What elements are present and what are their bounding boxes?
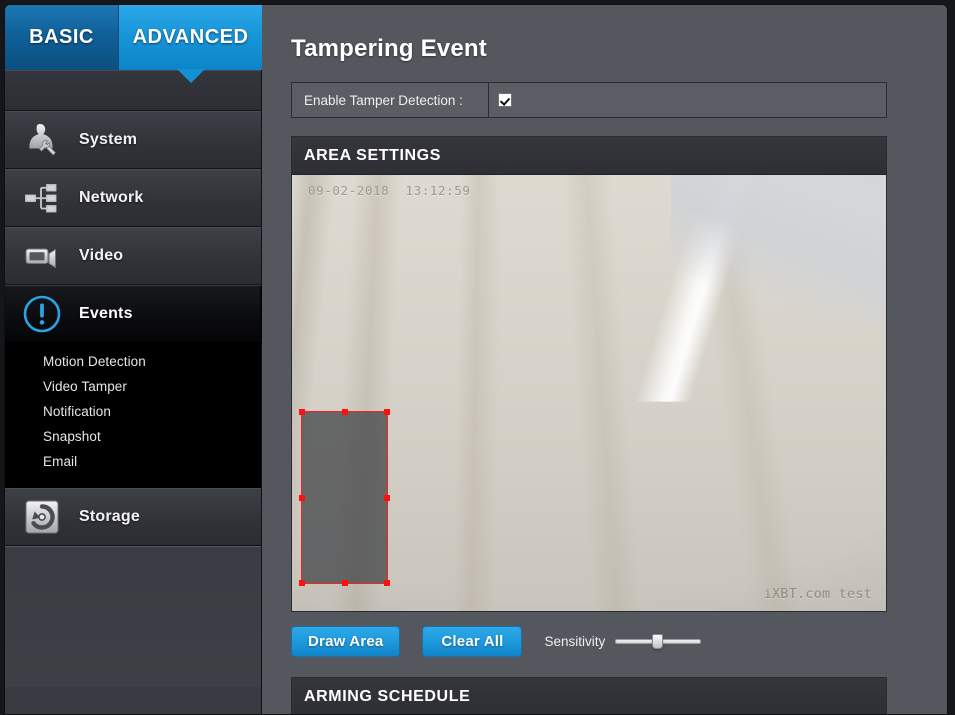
sidebar-empty-space: [5, 546, 261, 687]
active-tab-indicator: [176, 69, 205, 83]
resize-handle-se[interactable]: [384, 580, 390, 586]
resize-handle-e[interactable]: [384, 494, 390, 501]
video-preview[interactable]: 09-02-2018 13:12:59 iXBT.com test: [292, 175, 886, 611]
enable-tamper-detection-value: [489, 83, 886, 117]
main-content: Tampering Event Enable Tamper Detection …: [262, 5, 947, 714]
resize-handle-s[interactable]: [341, 580, 348, 586]
tamper-area-selection[interactable]: [299, 409, 390, 586]
events-submenu: Motion Detection Video Tamper Notificati…: [5, 343, 261, 488]
exclamation-circle-icon: [5, 291, 79, 337]
sidebar-subbar: [5, 70, 261, 111]
sensitivity-label: Sensitivity: [544, 633, 606, 649]
clear-all-button[interactable]: Clear All: [422, 625, 523, 657]
resize-handle-nw[interactable]: [299, 409, 305, 415]
sensitivity-control: Sensitivity: [544, 633, 702, 649]
storage-disk-icon: [5, 496, 79, 538]
arming-schedule-panel: ARMING SCHEDULE: [291, 677, 887, 714]
app-root: BASIC ADVANCED System Network Video Even…: [0, 0, 955, 715]
submenu-item-motion-detection[interactable]: Motion Detection: [5, 349, 261, 374]
submenu-item-email[interactable]: Email: [5, 449, 261, 474]
resize-handle-w[interactable]: [299, 494, 305, 501]
resize-handle-sw[interactable]: [299, 580, 305, 586]
tab-basic[interactable]: BASIC: [5, 5, 119, 70]
tab-basic-label: BASIC: [29, 26, 94, 48]
sidebar-nav: System Network Video Events Motion Detec…: [5, 111, 273, 687]
sidebar-item-label: Network: [79, 189, 144, 206]
draw-area-button[interactable]: Draw Area: [291, 625, 401, 657]
area-settings-panel: AREA SETTINGS 09-02-2018 13:12:59 iXBT.c…: [291, 136, 887, 612]
sidebar-item-system[interactable]: System: [5, 111, 261, 169]
video-timestamp-overlay: 09-02-2018 13:12:59: [308, 183, 471, 198]
enable-tamper-detection-row: Enable Tamper Detection :: [291, 82, 887, 118]
person-tools-icon: [5, 120, 79, 160]
resize-handle-n[interactable]: [341, 409, 348, 415]
enable-tamper-detection-checkbox[interactable]: [498, 93, 512, 107]
enable-tamper-detection-label: Enable Tamper Detection :: [292, 83, 489, 117]
sidebar-item-label: System: [79, 131, 138, 148]
submenu-item-video-tamper[interactable]: Video Tamper: [5, 374, 261, 399]
tab-advanced[interactable]: ADVANCED: [119, 5, 262, 83]
sensitivity-slider-knob[interactable]: [651, 634, 663, 649]
mode-tabs: BASIC ADVANCED: [5, 5, 262, 83]
sidebar-item-label: Storage: [79, 508, 140, 525]
sidebar-item-storage[interactable]: Storage: [5, 488, 261, 546]
video-watermark-overlay: iXBT.com test: [763, 586, 872, 602]
sidebar: BASIC ADVANCED System Network Video Even…: [5, 5, 273, 714]
sidebar-item-label: Events: [79, 305, 133, 322]
resize-handle-ne[interactable]: [384, 409, 390, 415]
submenu-item-snapshot[interactable]: Snapshot: [5, 424, 261, 449]
sidebar-item-events[interactable]: Events: [5, 285, 273, 344]
area-settings-header: AREA SETTINGS: [292, 137, 886, 175]
network-tree-icon: [5, 178, 79, 218]
page-title: Tampering Event: [291, 35, 487, 62]
sidebar-item-network[interactable]: Network: [5, 169, 261, 227]
tab-advanced-label: ADVANCED: [132, 26, 249, 48]
arming-schedule-header: ARMING SCHEDULE: [292, 678, 886, 714]
sidebar-item-label: Video: [79, 247, 124, 264]
area-controls: Draw Area Clear All Sensitivity: [291, 625, 887, 657]
browser-page: BASIC ADVANCED System Network Video Even…: [4, 4, 948, 715]
sensitivity-slider[interactable]: [615, 633, 702, 649]
video-camera-icon: [5, 236, 79, 276]
sidebar-item-video[interactable]: Video: [5, 227, 261, 285]
submenu-item-notification[interactable]: Notification: [5, 399, 261, 424]
